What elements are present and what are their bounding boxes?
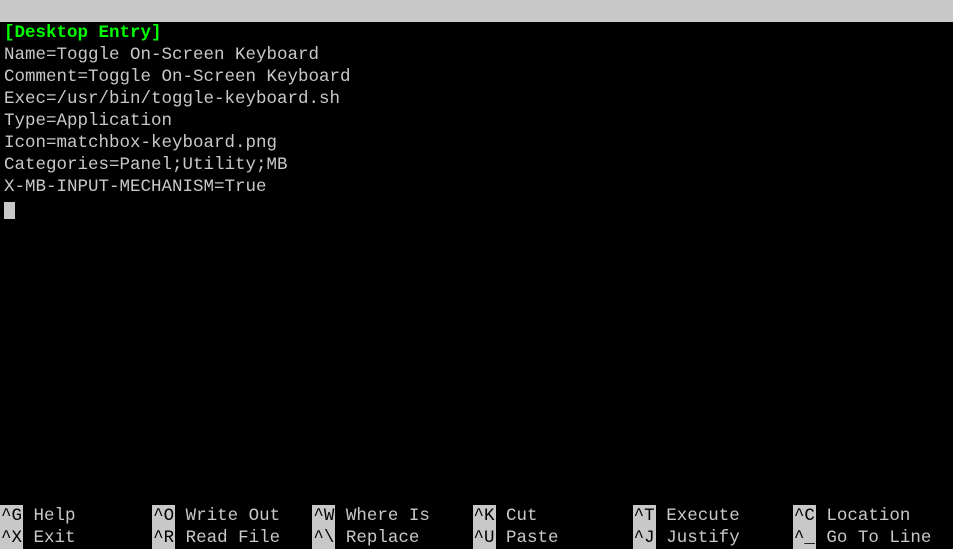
file-line: X-MB-INPUT-MECHANISM=True <box>4 176 949 198</box>
shortcut-label: Go To Line <box>826 527 931 549</box>
shortcut-key: ^X <box>0 527 23 549</box>
file-line: Exec=/usr/bin/toggle-keyboard.sh <box>4 88 949 110</box>
shortcut-label: Exit <box>34 527 76 549</box>
shortcut-key: ^W <box>312 505 335 527</box>
shortcut-justify[interactable]: ^J Justify <box>633 527 793 549</box>
shortcut-key: ^G <box>0 505 23 527</box>
shortcut-execute[interactable]: ^T Execute <box>633 505 793 527</box>
cursor-line <box>4 198 949 220</box>
shortcut-paste[interactable]: ^U Paste <box>473 527 633 549</box>
shortcut-cut[interactable]: ^K Cut <box>473 505 633 527</box>
file-line: Type=Application <box>4 110 949 132</box>
shortcut-write-out[interactable]: ^O Write Out <box>152 505 312 527</box>
shortcut-key: ^_ <box>793 527 816 549</box>
shortcut-read-file[interactable]: ^R Read File <box>152 527 312 549</box>
shortcut-row: ^X Exit ^R Read File ^\ Replace ^U Paste ^J J… <box>0 527 953 549</box>
shortcut-go-to-line[interactable]: ^_ Go To Line <box>793 527 953 549</box>
shortcut-bar: ^G Help ^O Write Out ^W Where Is ^K Cut ^T Ex… <box>0 505 953 549</box>
editor-area[interactable]: [Desktop Entry] Name=Toggle On-Screen Ke… <box>0 22 953 220</box>
title-bar: /usr/share/raspi-ui-overrides/applicatio… <box>0 0 953 22</box>
file-line: Icon=matchbox-keyboard.png <box>4 132 949 154</box>
shortcut-key: ^C <box>793 505 816 527</box>
file-line: Name=Toggle On-Screen Keyboard <box>4 44 949 66</box>
shortcut-key: ^R <box>152 527 175 549</box>
shortcut-label: Write Out <box>186 505 281 527</box>
shortcut-replace[interactable]: ^\ Replace <box>312 527 472 549</box>
shortcut-help[interactable]: ^G Help <box>0 505 152 527</box>
shortcut-row: ^G Help ^O Write Out ^W Where Is ^K Cut ^T Ex… <box>0 505 953 527</box>
shortcut-key: ^K <box>473 505 496 527</box>
shortcut-label: Location <box>826 505 910 527</box>
shortcut-label: Replace <box>346 527 420 549</box>
shortcut-key: ^\ <box>312 527 335 549</box>
file-line: Categories=Panel;Utility;MB <box>4 154 949 176</box>
shortcut-label: Execute <box>666 505 740 527</box>
shortcut-exit[interactable]: ^X Exit <box>0 527 152 549</box>
shortcut-label: Cut <box>506 505 538 527</box>
shortcut-label: Where Is <box>346 505 430 527</box>
shortcut-label: Justify <box>666 527 740 549</box>
shortcut-key: ^J <box>633 527 656 549</box>
cursor-icon <box>4 202 15 220</box>
shortcut-location[interactable]: ^C Location <box>793 505 953 527</box>
shortcut-label: Read File <box>186 527 281 549</box>
shortcut-key: ^O <box>152 505 175 527</box>
shortcut-where-is[interactable]: ^W Where Is <box>312 505 472 527</box>
shortcut-key: ^U <box>473 527 496 549</box>
file-path: /usr/share/raspi-ui-overrides/applicatio… <box>63 23 777 43</box>
file-line: Comment=Toggle On-Screen Keyboard <box>4 66 949 88</box>
shortcut-label: Paste <box>506 527 559 549</box>
shortcut-label: Help <box>34 505 76 527</box>
shortcut-key: ^T <box>633 505 656 527</box>
